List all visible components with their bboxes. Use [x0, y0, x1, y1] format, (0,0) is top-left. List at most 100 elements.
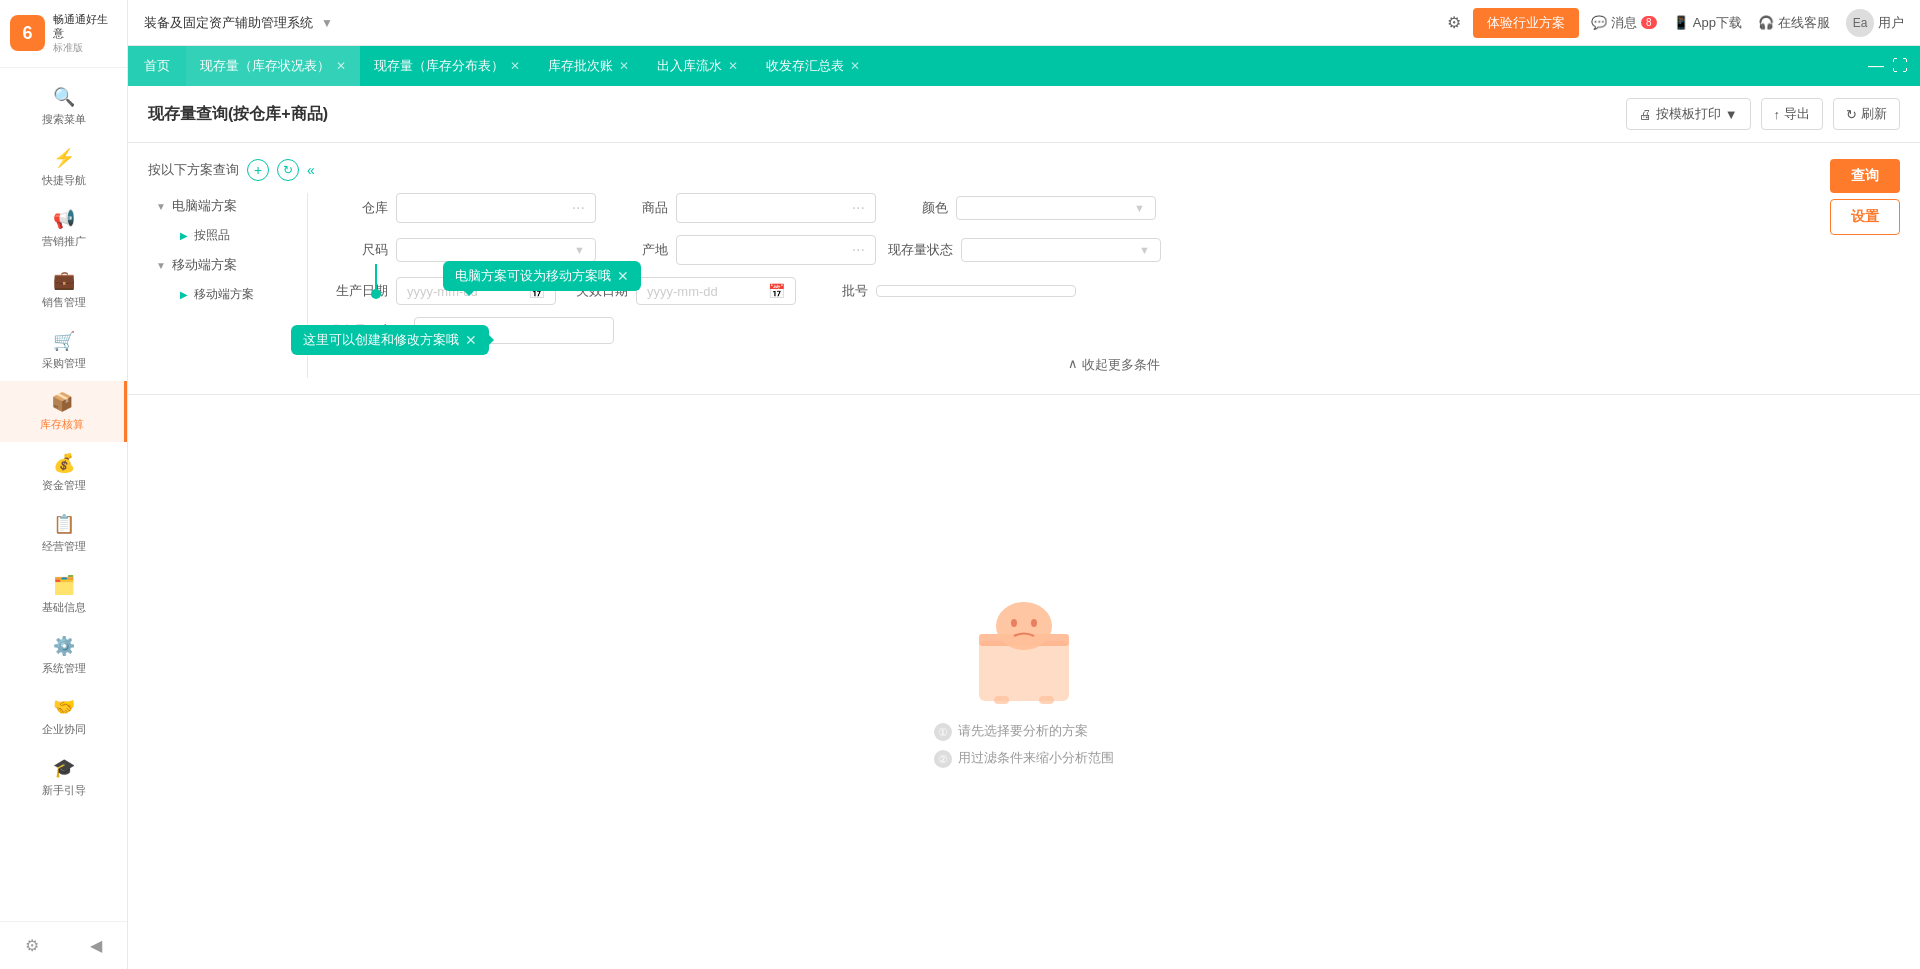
settings-bottom-btn[interactable]: ⚙: [19, 930, 45, 961]
finance-icon: 💰: [53, 452, 75, 474]
tab-home[interactable]: 首页: [128, 46, 186, 86]
svg-point-4: [1031, 619, 1037, 627]
size-arrow: ▼: [574, 244, 585, 256]
sidebar-item-guide[interactable]: 🎓 新手引导: [0, 747, 127, 808]
refresh-icon: ↻: [1846, 107, 1857, 122]
tab-bar: 首页 现存量（库存状况表） ✕ 现存量（库存分布表） ✕ 库存批次账 ✕ 出入库…: [128, 46, 1920, 86]
tab-batch-account[interactable]: 库存批次账 ✕: [534, 46, 643, 86]
filter-row-4: 现存量（主） —: [328, 317, 1900, 344]
page-header: 现存量查询(按仓库+商品) 🖨 按模板打印 ▼ ↑ 导出 ↻ 刷新: [128, 86, 1920, 143]
top-header: 装备及固定资产辅助管理系统 ▼ ⚙ 体验行业方案 💬 消息 8 📱 App下载 …: [128, 0, 1920, 46]
back-btn[interactable]: «: [307, 162, 315, 178]
empty-state: ① 请先选择要分析的方案 ② 用过滤条件来缩小分析范围: [128, 395, 1920, 969]
online-service-item[interactable]: 🎧 在线客服: [1758, 14, 1830, 32]
connector-dot: [371, 289, 381, 299]
more-conditions-toggle[interactable]: ∧ 收起更多条件: [328, 344, 1900, 378]
tab-in-out-flow[interactable]: 出入库流水 ✕: [643, 46, 752, 86]
mobile-scheme-item[interactable]: ▼ 移动端方案: [148, 252, 291, 278]
sidebar-item-search[interactable]: 🔍 搜索菜单: [0, 76, 127, 137]
pc-sub-schemes: ▶ 按照品: [148, 223, 291, 248]
warehouse-dots[interactable]: ···: [572, 199, 585, 217]
scheme-tooltip: 电脑方案可设为移动方案哦 ✕: [443, 261, 641, 291]
sub-mobile-scheme[interactable]: ▶ 移动端方案: [172, 282, 291, 307]
size-field: 尺码 ▼: [328, 238, 596, 262]
tab-close-inventory-status[interactable]: ✕: [336, 59, 346, 73]
sidebar-item-system[interactable]: ⚙️ 系统管理: [0, 625, 127, 686]
batch-field: 批号: [808, 282, 1076, 300]
sidebar-item-enterprise[interactable]: 🤝 企业协同: [0, 686, 127, 747]
collapse-btn[interactable]: ◀: [84, 930, 108, 961]
main-content: 装备及固定资产辅助管理系统 ▼ ⚙ 体验行业方案 💬 消息 8 📱 App下载 …: [128, 0, 1920, 969]
create-scheme-tooltip: 这里可以创建和修改方案哦 ✕: [291, 325, 489, 355]
expire-date-input[interactable]: yyyy-mm-dd 📅: [636, 277, 796, 305]
refresh-btn[interactable]: ↻ 刷新: [1833, 98, 1900, 130]
connector-line: [375, 264, 377, 290]
tab-collect-summary[interactable]: 收发存汇总表 ✕: [752, 46, 874, 86]
inventory-icon: 📦: [51, 391, 73, 413]
svg-rect-5: [994, 696, 1009, 704]
system-dropdown-icon[interactable]: ▼: [321, 16, 333, 30]
svg-point-3: [1011, 619, 1017, 627]
goods-select[interactable]: ···: [676, 193, 876, 223]
svg-rect-6: [1039, 696, 1054, 704]
sidebar-item-finance[interactable]: 💰 资金管理: [0, 442, 127, 503]
sidebar-nav: 🔍 搜索菜单 ⚡ 快捷导航 📢 营销推广 💼 销售管理 🛒 采购管理 📦 库存核…: [0, 68, 127, 921]
sidebar-item-sales[interactable]: 💼 销售管理: [0, 259, 127, 320]
sidebar-item-basic-info[interactable]: 🗂️ 基础信息: [0, 564, 127, 625]
tab-minimize-icon[interactable]: —: [1868, 57, 1884, 75]
phone-icon: 📱: [1673, 15, 1689, 30]
export-btn[interactable]: ↑ 导出: [1761, 98, 1824, 130]
color-field: 颜色 ▼: [888, 196, 1156, 220]
experience-btn[interactable]: 体验行业方案: [1473, 8, 1579, 38]
message-item[interactable]: 💬 消息 8: [1591, 14, 1657, 32]
app-download-item[interactable]: 📱 App下载: [1673, 14, 1742, 32]
warehouse-select[interactable]: ···: [396, 193, 596, 223]
sidebar-item-inventory[interactable]: 📦 库存核算: [0, 381, 127, 442]
empty-illustration: [964, 596, 1084, 706]
pc-scheme-item[interactable]: ▼ 电脑端方案: [148, 193, 291, 219]
add-scheme-btn[interactable]: +: [247, 159, 269, 181]
sub-scheme-anpinpin[interactable]: ▶ 按照品: [172, 223, 291, 248]
reset-btn[interactable]: 设置: [1830, 199, 1900, 235]
color-select[interactable]: ▼: [956, 196, 1156, 220]
system-title-text: 装备及固定资产辅助管理系统: [144, 14, 313, 32]
create-tooltip-close[interactable]: ✕: [465, 332, 477, 348]
stock-status-select[interactable]: ▼: [961, 238, 1161, 262]
tab-close-in-out-flow[interactable]: ✕: [728, 59, 738, 73]
goods-field: 商品 ···: [608, 193, 876, 223]
basic-info-icon: 🗂️: [53, 574, 75, 596]
empty-step-1: ① 请先选择要分析的方案: [934, 722, 1114, 741]
refresh-scheme-btn[interactable]: ↻: [277, 159, 299, 181]
header-right: 💬 消息 8 📱 App下载 🎧 在线客服 Ea 用户: [1591, 9, 1904, 37]
expire-calendar-icon[interactable]: 📅: [768, 283, 785, 299]
sidebar-item-marketing[interactable]: 📢 营销推广: [0, 198, 127, 259]
export-icon: ↑: [1774, 107, 1781, 122]
user-item[interactable]: Ea 用户: [1846, 9, 1904, 37]
sidebar-bottom: ⚙ ◀: [0, 921, 127, 969]
scheme-tooltip-close[interactable]: ✕: [617, 268, 629, 284]
tab-inventory-status[interactable]: 现存量（库存状况表） ✕: [186, 46, 360, 86]
origin-select[interactable]: ···: [676, 235, 876, 265]
search-btn[interactable]: 查询: [1830, 159, 1900, 193]
sidebar-item-operations[interactable]: 📋 经营管理: [0, 503, 127, 564]
print-btn[interactable]: 🖨 按模板打印 ▼: [1626, 98, 1751, 130]
tab-close-inventory-dist[interactable]: ✕: [510, 59, 520, 73]
tab-close-collect-summary[interactable]: ✕: [850, 59, 860, 73]
goods-dots[interactable]: ···: [852, 199, 865, 217]
size-select[interactable]: ▼: [396, 238, 596, 262]
filter-schemes: ▼ 电脑端方案 ▶ 按照品 ▼ 移动端方案: [148, 193, 308, 378]
tab-maximize-icon[interactable]: ⛶: [1892, 57, 1908, 75]
color-arrow: ▼: [1134, 202, 1145, 214]
sidebar-item-purchase[interactable]: 🛒 采购管理: [0, 320, 127, 381]
tab-inventory-dist[interactable]: 现存量（库存分布表） ✕: [360, 46, 534, 86]
guide-icon: 🎓: [53, 757, 75, 779]
origin-dots[interactable]: ···: [852, 241, 865, 259]
settings-gear-icon[interactable]: ⚙: [1447, 13, 1461, 32]
tab-close-batch-account[interactable]: ✕: [619, 59, 629, 73]
filter-header: 按以下方案查询 + ↻ «: [148, 159, 1900, 181]
batch-input[interactable]: [876, 285, 1076, 297]
tab-bar-right: — ⛶: [1868, 57, 1920, 75]
sidebar-item-quick-nav[interactable]: ⚡ 快捷导航: [0, 137, 127, 198]
empty-step-2: ② 用过滤条件来缩小分析范围: [934, 749, 1114, 768]
sales-icon: 💼: [53, 269, 75, 291]
